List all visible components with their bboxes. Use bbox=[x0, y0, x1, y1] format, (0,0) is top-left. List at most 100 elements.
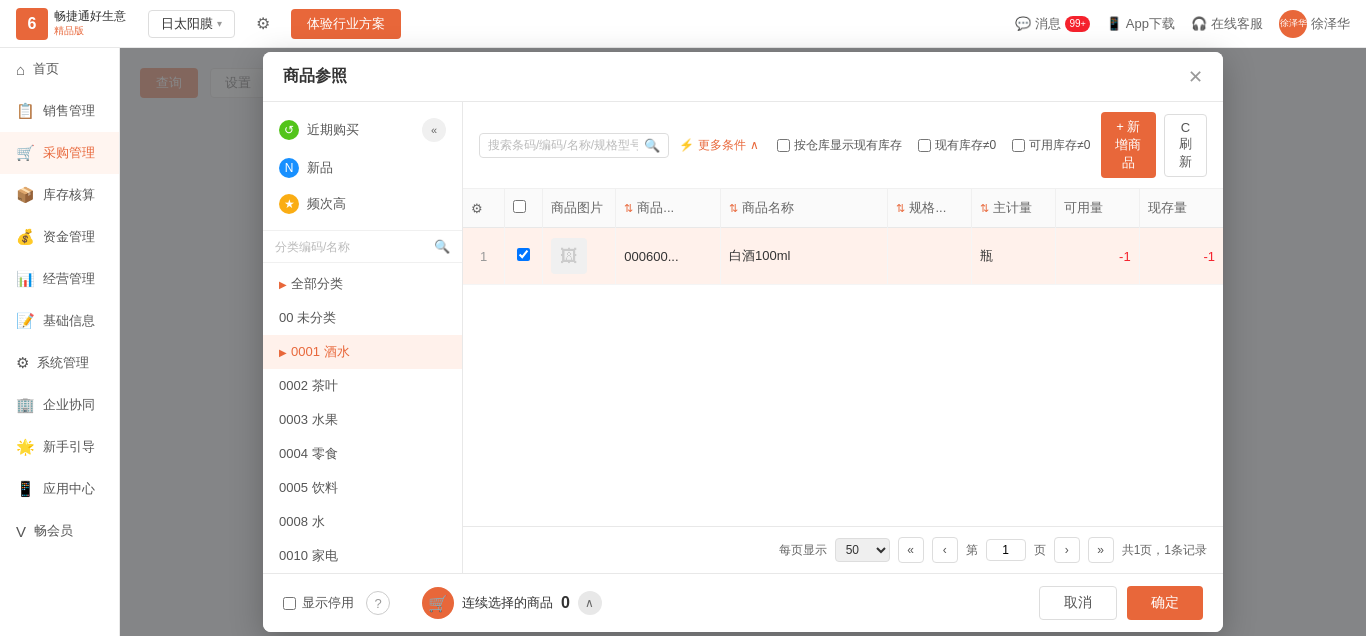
confirm-button[interactable]: 确定 bbox=[1127, 586, 1203, 620]
th-checkbox bbox=[505, 189, 543, 228]
cart-area: 🛒 连续选择的商品 0 ∧ bbox=[422, 587, 602, 619]
product-table-container: ⚙ 商品图片 bbox=[463, 189, 1223, 526]
company-selector[interactable]: 日太阳膜 ▾ bbox=[148, 10, 235, 38]
quick-filter-new[interactable]: N 新品 bbox=[263, 150, 462, 186]
th-spec[interactable]: ⇅ 规格... bbox=[888, 189, 972, 228]
cb-available-stock-input[interactable] bbox=[1012, 139, 1025, 152]
next-page-button[interactable]: › bbox=[1054, 537, 1080, 563]
th-stock-label: 现存量 bbox=[1148, 200, 1187, 215]
modal-header: 商品参照 ✕ bbox=[263, 52, 1223, 102]
user-profile[interactable]: 徐泽华 徐泽华 bbox=[1279, 10, 1350, 38]
sidebar-item-inventory[interactable]: 📦 库存核算 bbox=[0, 174, 119, 216]
th-settings: ⚙ bbox=[463, 189, 505, 228]
th-name[interactable]: ⇅ 商品名称 bbox=[720, 189, 887, 228]
product-search-box: 🔍 bbox=[479, 133, 669, 158]
search-icon[interactable]: 🔍 bbox=[644, 138, 660, 153]
prev-page-button[interactable]: ‹ bbox=[932, 537, 958, 563]
cat-arrow-0001: ▶ bbox=[279, 347, 287, 358]
first-page-button[interactable]: « bbox=[898, 537, 924, 563]
cb-existing-stock-label: 现有库存≠0 bbox=[935, 137, 996, 154]
cell-unit: 瓶 bbox=[972, 228, 1056, 285]
sidebar-item-sales[interactable]: 📋 销售管理 bbox=[0, 90, 119, 132]
cat-label-0008: 0008 水 bbox=[279, 513, 325, 531]
th-code-label: 商品... bbox=[637, 199, 674, 217]
sort-icon: ⇅ bbox=[624, 202, 633, 215]
sidebar-label-purchase: 采购管理 bbox=[43, 144, 95, 162]
category-item-0010[interactable]: 0010 家电 bbox=[263, 539, 462, 573]
category-item-0005[interactable]: 0005 饮料 bbox=[263, 471, 462, 505]
sidebar-item-apps[interactable]: 📱 应用中心 bbox=[0, 468, 119, 510]
category-item-all[interactable]: ▶ 全部分类 bbox=[263, 267, 462, 301]
cell-checkbox[interactable] bbox=[505, 228, 543, 285]
cat-label-all: 全部分类 bbox=[291, 275, 343, 293]
sidebar-item-member[interactable]: V 畅会员 bbox=[0, 510, 119, 552]
logo-text: 畅捷通好生意 精品版 bbox=[54, 9, 126, 39]
collapse-cart-button[interactable]: ∧ bbox=[578, 591, 602, 615]
modal-title: 商品参照 bbox=[283, 66, 347, 87]
purchase-icon: 🛒 bbox=[16, 144, 35, 162]
online-service-nav-item[interactable]: 🎧 在线客服 bbox=[1191, 15, 1263, 33]
cb-by-warehouse[interactable]: 按仓库显示现有库存 bbox=[777, 137, 902, 154]
cb-existing-stock[interactable]: 现有库存≠0 bbox=[918, 137, 996, 154]
sidebar-label-operations: 经营管理 bbox=[43, 270, 95, 288]
more-filters-button[interactable]: ⚡ 更多条件 ∧ bbox=[679, 137, 759, 154]
page-label: 第 bbox=[966, 542, 978, 559]
page-number-input[interactable] bbox=[986, 539, 1026, 561]
category-search: 🔍 bbox=[263, 231, 462, 263]
show-disabled-checkbox-label[interactable]: 显示停用 bbox=[283, 594, 354, 612]
sidebar-item-purchase[interactable]: 🛒 采购管理 bbox=[0, 132, 119, 174]
table-header: ⚙ 商品图片 bbox=[463, 189, 1223, 228]
sidebar-item-operations[interactable]: 📊 经营管理 bbox=[0, 258, 119, 300]
sidebar-item-home[interactable]: ⌂ 首页 bbox=[0, 48, 119, 90]
category-item-0008[interactable]: 0008 水 bbox=[263, 505, 462, 539]
messages-nav-item[interactable]: 💬 消息 99+ bbox=[1015, 15, 1089, 33]
page-size-select[interactable]: 50 10 20 100 bbox=[835, 538, 890, 562]
category-item-0003[interactable]: 0003 水果 bbox=[263, 403, 462, 437]
select-all-checkbox[interactable] bbox=[513, 200, 526, 213]
th-unit[interactable]: ⇅ 主计量 bbox=[972, 189, 1056, 228]
sidebar-item-basic[interactable]: 📝 基础信息 bbox=[0, 300, 119, 342]
cat-label-00: 00 未分类 bbox=[279, 309, 336, 327]
category-search-input[interactable] bbox=[275, 240, 428, 254]
sidebar-item-guide[interactable]: 🌟 新手引导 bbox=[0, 426, 119, 468]
category-search-icon[interactable]: 🔍 bbox=[434, 239, 450, 254]
sidebar: ⌂ 首页 📋 销售管理 🛒 采购管理 📦 库存核算 💰 资金管理 📊 经营管理 … bbox=[0, 48, 120, 636]
collapse-panel-button[interactable]: « bbox=[422, 118, 446, 142]
modal-close-button[interactable]: ✕ bbox=[1188, 68, 1203, 86]
cart-icon[interactable]: 🛒 bbox=[422, 587, 454, 619]
logo-area: 6 畅捷通好生意 精品版 bbox=[16, 8, 136, 40]
category-item-0002[interactable]: 0002 茶叶 bbox=[263, 369, 462, 403]
sidebar-item-system[interactable]: ⚙ 系统管理 bbox=[0, 342, 119, 384]
add-product-button[interactable]: + 新增商品 bbox=[1101, 112, 1157, 178]
chevron-up-icon: ∧ bbox=[750, 138, 759, 152]
show-disabled-checkbox[interactable] bbox=[283, 597, 296, 610]
row-checkbox[interactable] bbox=[517, 248, 530, 261]
page-size-label: 每页显示 bbox=[779, 542, 827, 559]
th-image: 商品图片 bbox=[543, 189, 616, 228]
category-item-00[interactable]: 00 未分类 bbox=[263, 301, 462, 335]
sidebar-item-enterprise[interactable]: 🏢 企业协同 bbox=[0, 384, 119, 426]
product-search-input[interactable] bbox=[488, 138, 638, 152]
help-icon[interactable]: ? bbox=[366, 591, 390, 615]
category-item-0001[interactable]: ▶ 0001 酒水 bbox=[263, 335, 462, 369]
trial-button[interactable]: 体验行业方案 bbox=[291, 9, 401, 39]
finance-icon: 💰 bbox=[16, 228, 35, 246]
filter-icon: ⚡ bbox=[679, 138, 694, 152]
new-icon: N bbox=[279, 158, 299, 178]
cb-existing-stock-input[interactable] bbox=[918, 139, 931, 152]
th-code[interactable]: ⇅ 商品... bbox=[616, 189, 721, 228]
quick-filter-recent[interactable]: ↺ 近期购买 bbox=[267, 114, 422, 146]
cb-available-stock[interactable]: 可用库存≠0 bbox=[1012, 137, 1090, 154]
settings-icon[interactable]: ⚙ bbox=[247, 8, 279, 40]
last-page-button[interactable]: » bbox=[1088, 537, 1114, 563]
sidebar-item-finance[interactable]: 💰 资金管理 bbox=[0, 216, 119, 258]
cancel-button[interactable]: 取消 bbox=[1039, 586, 1117, 620]
refresh-button[interactable]: C 刷新 bbox=[1164, 114, 1207, 177]
category-item-0004[interactable]: 0004 零食 bbox=[263, 437, 462, 471]
logo-icon: 6 bbox=[16, 8, 48, 40]
table-row[interactable]: 1 🖼 bbox=[463, 228, 1223, 285]
action-buttons: + 新增商品 C 刷新 bbox=[1101, 112, 1207, 178]
cb-by-warehouse-input[interactable] bbox=[777, 139, 790, 152]
app-download-nav-item[interactable]: 📱 App下载 bbox=[1106, 15, 1175, 33]
quick-filter-freq[interactable]: ★ 频次高 bbox=[263, 186, 462, 222]
